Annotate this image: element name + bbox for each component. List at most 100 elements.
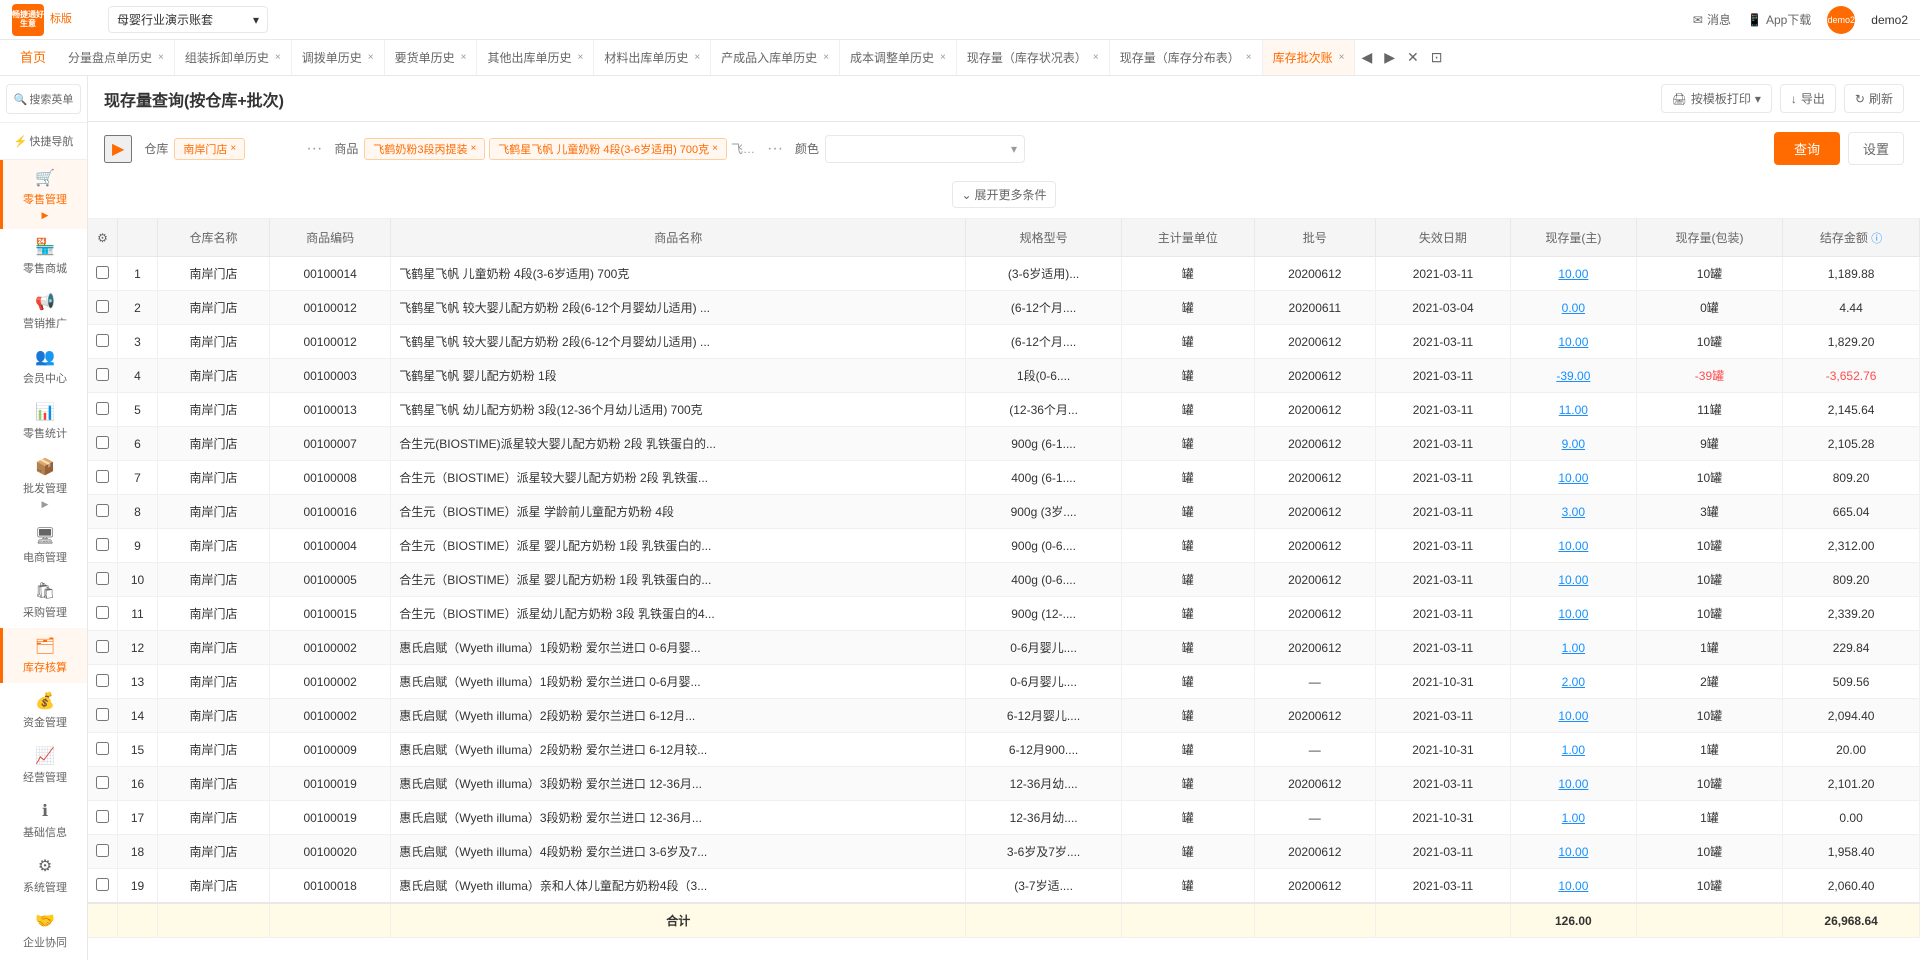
cell-checkbox[interactable] <box>88 563 118 597</box>
product-tag-1[interactable]: 飞鹤奶粉3段丙提装 × <box>364 138 485 160</box>
close-icon[interactable]: × <box>823 52 829 63</box>
cell-checkbox[interactable] <box>88 631 118 665</box>
product-more-btn[interactable]: ··· <box>767 140 783 158</box>
industry-select[interactable]: 母婴行业演示账套 ▾ <box>108 6 268 33</box>
sidebar-item-retail[interactable]: 🛒 零售管理 ▶ <box>0 160 87 229</box>
row-checkbox[interactable] <box>96 606 109 619</box>
tab-home[interactable]: 首页 <box>8 40 58 76</box>
cell-checkbox[interactable] <box>88 665 118 699</box>
search-button[interactable]: 🔍 搜索英单 <box>6 84 81 114</box>
tab-diaob[interactable]: 调拨单历史 × <box>292 40 385 76</box>
info-icon[interactable]: ⓘ <box>1871 233 1882 245</box>
sidebar-item-collab[interactable]: 🤝 企业协同 <box>0 903 87 958</box>
cell-qty-main[interactable]: 3.00 <box>1510 495 1636 529</box>
sidebar-item-members[interactable]: 👥 会员中心 <box>0 339 87 394</box>
message-button[interactable]: ✉ 消息 <box>1693 11 1731 28</box>
row-checkbox[interactable] <box>96 810 109 823</box>
close-icon[interactable]: × <box>461 52 467 63</box>
close-icon[interactable]: × <box>1093 52 1099 63</box>
close-icon[interactable]: × <box>940 52 946 63</box>
cell-qty-main[interactable]: 10.00 <box>1510 461 1636 495</box>
tab-prev-button[interactable]: ◀ <box>1355 40 1378 76</box>
filter-expand-button[interactable]: ⌄ 展开更多条件 <box>952 181 1055 208</box>
cell-qty-main[interactable]: 10.00 <box>1510 767 1636 801</box>
sidebar-item-operations[interactable]: 📈 经营管理 <box>0 738 87 793</box>
row-checkbox[interactable] <box>96 402 109 415</box>
row-checkbox[interactable] <box>96 436 109 449</box>
row-checkbox[interactable] <box>96 368 109 381</box>
cell-checkbox[interactable] <box>88 393 118 427</box>
cell-checkbox[interactable] <box>88 359 118 393</box>
tab-cailiao[interactable]: 材料出库单历史 × <box>594 40 711 76</box>
app-download-button[interactable]: 📱 App下载 <box>1747 11 1811 28</box>
cell-qty-main[interactable]: 1.00 <box>1510 801 1636 835</box>
row-checkbox[interactable] <box>96 334 109 347</box>
cell-qty-main[interactable]: 10.00 <box>1510 869 1636 904</box>
cell-checkbox[interactable] <box>88 291 118 325</box>
tab-chanpin[interactable]: 产成品入库单历史 × <box>711 40 840 76</box>
query-button[interactable]: 查询 <box>1774 132 1840 165</box>
cell-qty-main[interactable]: 1.00 <box>1510 733 1636 767</box>
cell-checkbox[interactable] <box>88 529 118 563</box>
row-checkbox[interactable] <box>96 300 109 313</box>
cell-checkbox[interactable] <box>88 835 118 869</box>
row-checkbox[interactable] <box>96 504 109 517</box>
cell-checkbox[interactable] <box>88 733 118 767</box>
cell-qty-main[interactable]: 10.00 <box>1510 699 1636 733</box>
tab-close-button[interactable]: ✕ <box>1401 40 1425 76</box>
th-settings[interactable]: ⚙ <box>88 219 118 257</box>
sidebar-item-wholesale[interactable]: 📦 批发管理 ▶ <box>0 449 87 518</box>
row-checkbox[interactable] <box>96 266 109 279</box>
cell-checkbox[interactable] <box>88 869 118 904</box>
tab-next-button[interactable]: ▶ <box>1378 40 1401 76</box>
sidebar-item-finance[interactable]: 💰 资金管理 <box>0 683 87 738</box>
tab-yaohuo[interactable]: 要货单历史 × <box>385 40 478 76</box>
setting-button[interactable]: 设置 <box>1848 132 1904 165</box>
row-checkbox[interactable] <box>96 674 109 687</box>
row-checkbox[interactable] <box>96 538 109 551</box>
cell-checkbox[interactable] <box>88 461 118 495</box>
cell-qty-main[interactable]: 10.00 <box>1510 529 1636 563</box>
row-checkbox[interactable] <box>96 844 109 857</box>
cell-checkbox[interactable] <box>88 495 118 529</box>
sidebar-item-purchase[interactable]: 🛍 采购管理 <box>0 573 87 628</box>
close-icon[interactable]: × <box>158 52 164 63</box>
sidebar-item-inventory[interactable]: 🗂 库存核算 <box>0 628 87 683</box>
tab-fenliang[interactable]: 分量盘点单历史 × <box>58 40 175 76</box>
quick-nav-button[interactable]: ⚡ 快捷导航 <box>0 127 87 155</box>
cell-checkbox[interactable] <box>88 801 118 835</box>
row-checkbox[interactable] <box>96 640 109 653</box>
cell-qty-main[interactable]: 10.00 <box>1510 597 1636 631</box>
close-icon[interactable]: × <box>275 52 281 63</box>
cell-checkbox[interactable] <box>88 427 118 461</box>
sidebar-item-mall[interactable]: 🏪 零售商城 <box>0 229 87 284</box>
cell-qty-main[interactable]: 10.00 <box>1510 257 1636 291</box>
row-checkbox[interactable] <box>96 742 109 755</box>
cell-checkbox[interactable] <box>88 325 118 359</box>
cell-checkbox[interactable] <box>88 699 118 733</box>
tab-xiancunliang2[interactable]: 现存量（库存分布表） × <box>1110 40 1263 76</box>
product-more[interactable]: 飞… <box>731 140 755 157</box>
filter-expand-arrow[interactable]: ▶ <box>104 135 132 163</box>
row-checkbox[interactable] <box>96 470 109 483</box>
tab-zuhe[interactable]: 组装拆卸单历史 × <box>175 40 292 76</box>
sidebar-item-basics[interactable]: ℹ 基础信息 <box>0 793 87 848</box>
tab-chengben[interactable]: 成本调整单历史 × <box>840 40 957 76</box>
cell-qty-main[interactable]: 9.00 <box>1510 427 1636 461</box>
tag-close-icon[interactable]: × <box>230 143 236 154</box>
cell-qty-main[interactable]: 10.00 <box>1510 835 1636 869</box>
row-checkbox[interactable] <box>96 776 109 789</box>
cell-qty-main[interactable]: 0.00 <box>1510 291 1636 325</box>
row-checkbox[interactable] <box>96 708 109 721</box>
export-button[interactable]: ↓ 导出 <box>1780 84 1836 113</box>
tab-kucunpici[interactable]: 库存批次账 × <box>1263 40 1356 76</box>
tag-close-icon[interactable]: × <box>712 143 718 154</box>
cell-qty-main[interactable]: 10.00 <box>1510 563 1636 597</box>
user-avatar[interactable]: demo2 <box>1827 6 1855 34</box>
print-button[interactable]: 🖨 按模板打印 ▾ <box>1661 84 1772 113</box>
sidebar-item-stats[interactable]: 📊 零售统计 <box>0 394 87 449</box>
sidebar-item-marketing[interactable]: 📢 营销推广 <box>0 284 87 339</box>
close-icon[interactable]: × <box>694 52 700 63</box>
cell-checkbox[interactable] <box>88 597 118 631</box>
refresh-button[interactable]: ↻ 刷新 <box>1844 84 1904 113</box>
